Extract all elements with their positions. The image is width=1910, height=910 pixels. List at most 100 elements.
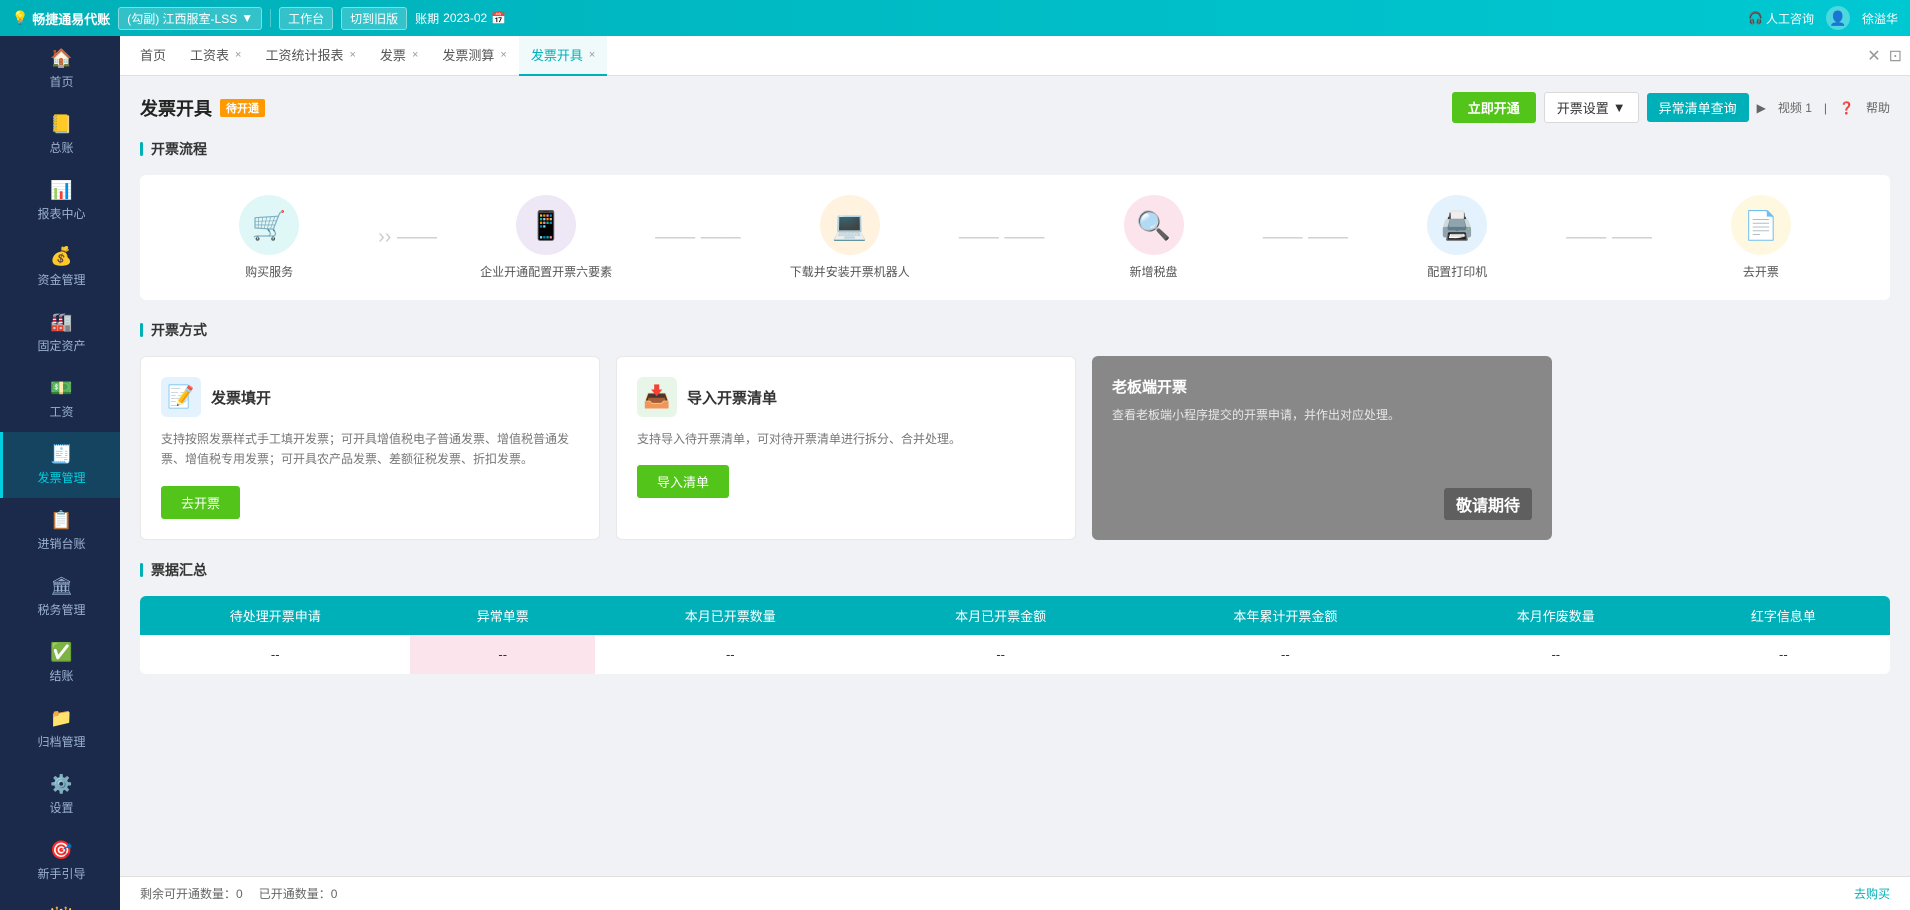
- logo-text: 畅捷通易代账: [32, 9, 110, 28]
- sidebar-item-purchasesales[interactable]: 📋 进销台账: [0, 498, 120, 564]
- open-now-button[interactable]: 立即开通: [1452, 92, 1536, 123]
- tab-invoice-close[interactable]: ×: [412, 49, 418, 61]
- tab-home-label: 首页: [140, 45, 166, 64]
- tab-invoice-issue[interactable]: 发票开具 ×: [519, 36, 607, 76]
- abnormal-list-button[interactable]: 异常清单查询: [1647, 93, 1749, 122]
- bottom-bar-left: 剩余可开通数量：0 已开通数量：0: [140, 885, 337, 902]
- tab-invoice[interactable]: 发票 ×: [368, 36, 430, 76]
- old-terminal-title: 老板端开票: [1112, 376, 1532, 397]
- buy-service-icon: 🛒: [252, 209, 287, 242]
- help-count[interactable]: 帮助: [1866, 99, 1890, 116]
- manual-fill-header: 📝 发票填开: [161, 377, 579, 417]
- sidebar-item-funds[interactable]: 💰 资金管理: [0, 234, 120, 300]
- sidebar-item-settings[interactable]: ⚙️ 设置: [0, 762, 120, 828]
- period-label: 账期: [415, 10, 439, 27]
- import-list-button[interactable]: 导入清单: [637, 465, 729, 498]
- process-section-title: 开票流程: [140, 139, 1890, 159]
- old-terminal-badge: 敬请期待: [1444, 488, 1532, 520]
- tab-salary-table-label: 工资表: [190, 45, 229, 64]
- col-year-amount: 本年累计开票金额: [1136, 596, 1435, 635]
- import-list-card: 📥 导入开票清单 支持导入待开票清单，可对待开票清单进行拆分、合并处理。 导入清…: [616, 356, 1076, 540]
- col-month-amount: 本月已开票金额: [865, 596, 1135, 635]
- reports-icon: 📊: [50, 180, 72, 201]
- step-issue[interactable]: 📄 去开票: [1652, 195, 1870, 280]
- checkout-icon: ✅: [50, 642, 72, 663]
- sidebar-item-newguide[interactable]: 🎯 新手引导: [0, 828, 120, 894]
- sidebar-item-checkout[interactable]: ✅ 结账: [0, 630, 120, 696]
- tab-home[interactable]: 首页: [128, 36, 178, 76]
- video-icon: ▶: [1757, 101, 1766, 115]
- top-bar-right: 🎧 人工咨询 👤 徐溢华: [1748, 6, 1898, 30]
- arrow-2: —— ——: [655, 226, 741, 249]
- method-section: 开票方式 📝 发票填开 支持按照发票样式手工填开发票；可开具增值税电子普通发票、…: [140, 320, 1890, 540]
- sidebar-item-archive[interactable]: 📁 归档管理: [0, 696, 120, 762]
- content-area: 首页 工资表 × 工资统计报表 × 发票 × 发票测算 × 发票开具 ×: [120, 36, 1910, 910]
- service-button[interactable]: 🎧 人工咨询: [1748, 10, 1814, 27]
- tab-salary-table[interactable]: 工资表 ×: [178, 36, 253, 76]
- summary-header-row: 待处理开票申请 异常单票 本月已开票数量 本月已开票金额 本年累计开票金额 本月…: [140, 596, 1890, 635]
- manual-fill-icon: 📝: [161, 377, 201, 417]
- chevron-down-icon: ▼: [241, 11, 253, 25]
- sidebar-item-label: 归档管理: [37, 733, 85, 750]
- tab-salary-stats[interactable]: 工资统计报表 ×: [253, 36, 367, 76]
- tab-invoice-calc-close[interactable]: ×: [500, 49, 506, 61]
- sidebar-item-home[interactable]: 🏠 首页: [0, 36, 120, 102]
- buy-link[interactable]: 去购买: [1854, 885, 1890, 902]
- member-icon: 👑: [50, 906, 72, 910]
- newguide-icon: 🎯: [50, 840, 72, 861]
- top-bar-left: 💡 畅捷通易代账 (勾副) 江西服室-LSS ▼ 工作台 切到旧版 账期 202…: [12, 7, 506, 30]
- bottom-bar: 剩余可开通数量：0 已开通数量：0 去购买: [120, 876, 1910, 910]
- tab-invoice-issue-close[interactable]: ×: [589, 49, 595, 61]
- calendar-icon[interactable]: 📅: [491, 11, 506, 25]
- step-buy-service[interactable]: 🛒 购买服务: [160, 195, 378, 280]
- purchasesales-icon: 📋: [50, 510, 72, 531]
- sidebar-item-member[interactable]: 👑 畅会员: [0, 894, 120, 910]
- sidebar-item-invoice[interactable]: 🧾 发票管理: [0, 432, 120, 498]
- step-download[interactable]: 💻 下载并安装开票机器人: [741, 195, 959, 280]
- funds-icon: 💰: [50, 246, 72, 267]
- process-steps: 🛒 购买服务 ›› —— 📱 企业开通配置开票六要素 —— ——: [140, 175, 1890, 300]
- video-count[interactable]: 视频 1: [1778, 99, 1812, 116]
- workbench-button[interactable]: 工作台: [279, 7, 333, 30]
- sidebar-item-label: 新手引导: [37, 865, 85, 882]
- sidebar-item-label: 设置: [49, 799, 73, 816]
- company-selector[interactable]: (勾副) 江西服室-LSS ▼: [118, 7, 262, 30]
- method-cards: 📝 发票填开 支持按照发票样式手工填开发票；可开具增值税电子普通发票、增值税普通…: [140, 356, 1890, 540]
- cell-void-count: --: [1435, 635, 1677, 674]
- method-section-title: 开票方式: [140, 320, 1890, 340]
- sidebar-item-ledger[interactable]: 📒 总账: [0, 102, 120, 168]
- process-section: 开票流程 🛒 购买服务 ›› —— 📱 企业开通配置开票六要素: [140, 139, 1890, 300]
- sidebar-item-tax[interactable]: 🏛 税务管理: [0, 564, 120, 630]
- assets-icon: 🏭: [50, 312, 72, 333]
- switch-old-button[interactable]: 切到旧版: [341, 7, 407, 30]
- tab-invoice-calc[interactable]: 发票测算 ×: [430, 36, 518, 76]
- username[interactable]: 徐溢华: [1862, 10, 1898, 27]
- old-terminal-desc: 查看老板端小程序提交的开票申请，并作出对应处理。: [1112, 405, 1532, 425]
- col-red-info: 红字信息单: [1677, 596, 1890, 635]
- sidebar-item-reports[interactable]: 📊 报表中心: [0, 168, 120, 234]
- tab-salary-stats-close[interactable]: ×: [349, 49, 355, 61]
- sidebar-item-label: 总账: [49, 139, 73, 156]
- step-company-open[interactable]: 📱 企业开通配置开票六要素: [437, 195, 655, 280]
- company-open-icon: 📱: [529, 209, 564, 242]
- app-logo: 💡 畅捷通易代账: [12, 9, 110, 28]
- main-layout: 🏠 首页 📒 总账 📊 报表中心 💰 资金管理 🏭 固定资产 💵 工资 🧾 发票…: [0, 36, 1910, 910]
- download-icon-wrap: 💻: [820, 195, 880, 255]
- open-settings-button[interactable]: 开票设置 ▼: [1544, 92, 1639, 123]
- col-month-count: 本月已开票数量: [595, 596, 865, 635]
- sidebar-item-salary[interactable]: 💵 工资: [0, 366, 120, 432]
- sidebar-item-label: 结账: [49, 667, 73, 684]
- go-issue-button[interactable]: 去开票: [161, 486, 240, 519]
- service-label: 人工咨询: [1766, 10, 1814, 27]
- col-abnormal: 异常单票: [410, 596, 595, 635]
- step-taxdisk[interactable]: 🔍 新增税盘: [1044, 195, 1262, 280]
- sidebar-item-assets[interactable]: 🏭 固定资产: [0, 300, 120, 366]
- page-content: 发票开具 待开通 立即开通 开票设置 ▼ 异常清单查询 ▶ 视频 1 | ❓: [120, 76, 1910, 876]
- ledger-icon: 📒: [50, 114, 72, 135]
- taxdisk-icon-wrap: 🔍: [1124, 195, 1184, 255]
- step-printer[interactable]: 🖨️ 配置打印机: [1348, 195, 1566, 280]
- close-tab-icon[interactable]: ✕: [1867, 46, 1880, 66]
- restore-tab-icon[interactable]: ⊡: [1889, 46, 1902, 66]
- company-open-icon-wrap: 📱: [516, 195, 576, 255]
- tab-salary-table-close[interactable]: ×: [235, 49, 241, 61]
